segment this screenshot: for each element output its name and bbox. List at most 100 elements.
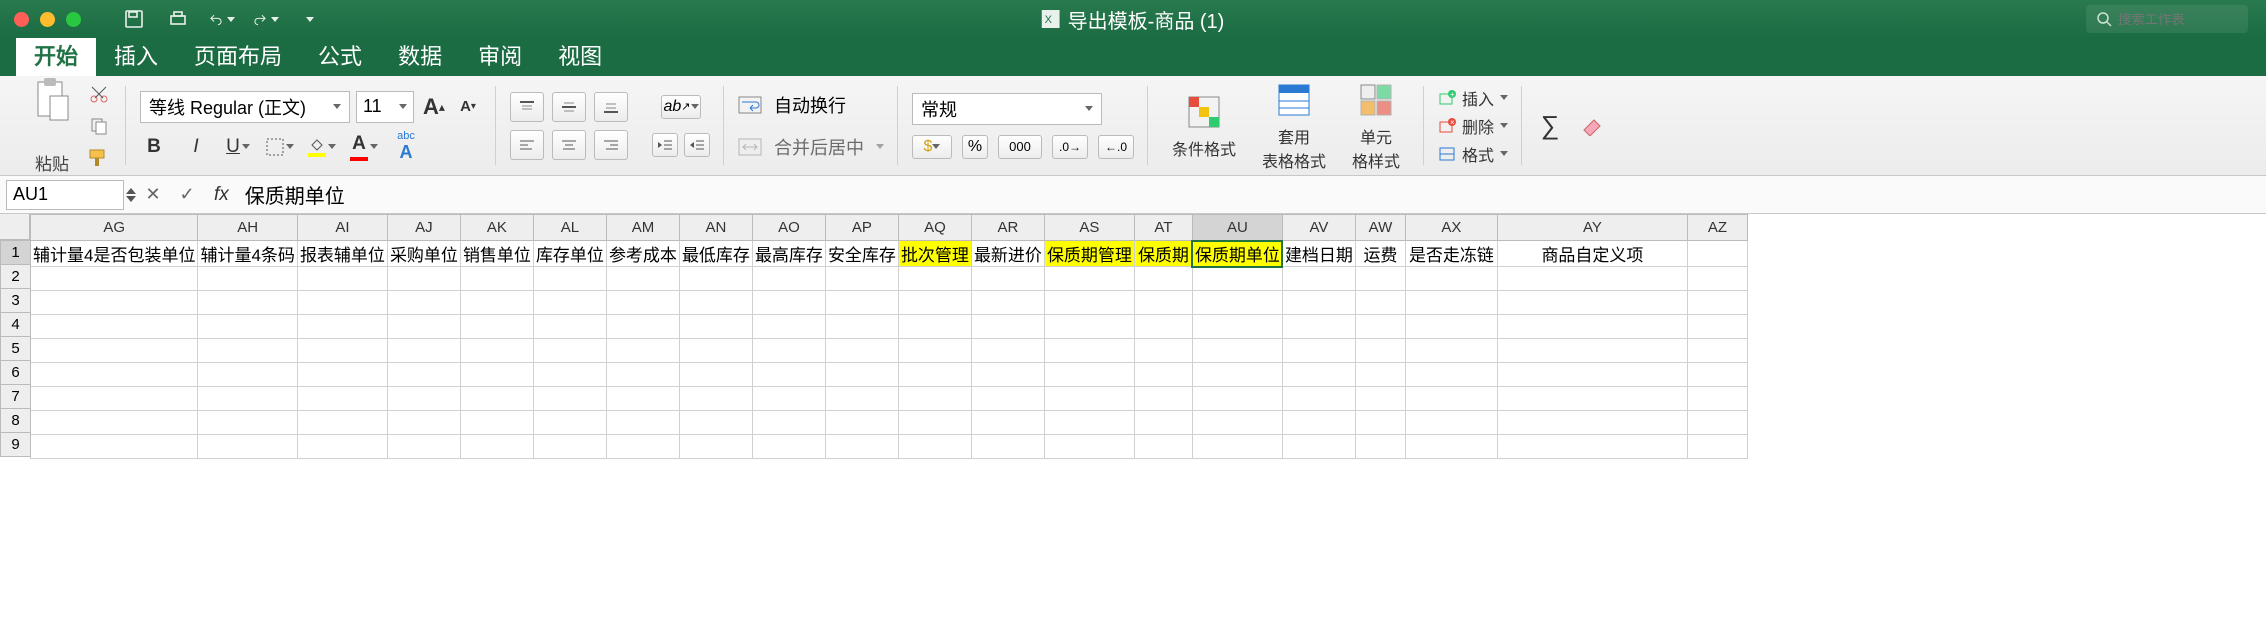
cell-AH9[interactable] (198, 435, 297, 459)
cell-AZ9[interactable] (1687, 435, 1747, 459)
print-button[interactable] (165, 6, 191, 32)
cell-AU3[interactable] (1192, 291, 1282, 315)
cell-AY6[interactable] (1497, 363, 1687, 387)
cell-AX9[interactable] (1405, 435, 1497, 459)
cell-AN7[interactable] (679, 387, 752, 411)
cell-AH4[interactable] (198, 315, 297, 339)
cell-AM5[interactable] (606, 339, 679, 363)
redo-button[interactable] (253, 6, 279, 32)
cell-AI6[interactable] (297, 363, 387, 387)
cell-AV4[interactable] (1282, 315, 1355, 339)
cell-AO4[interactable] (752, 315, 825, 339)
column-header-AZ[interactable]: AZ (1687, 215, 1747, 241)
cell-AS6[interactable] (1044, 363, 1134, 387)
column-header-AJ[interactable]: AJ (387, 215, 460, 241)
cell-AN9[interactable] (679, 435, 752, 459)
cell-AH8[interactable] (198, 411, 297, 435)
cell-AM7[interactable] (606, 387, 679, 411)
cell-AU9[interactable] (1192, 435, 1282, 459)
cell-AT9[interactable] (1134, 435, 1192, 459)
cell-AX5[interactable] (1405, 339, 1497, 363)
column-header-AK[interactable]: AK (460, 215, 533, 241)
cell-AK4[interactable] (460, 315, 533, 339)
cell-AI1[interactable]: 报表辅单位 (297, 241, 387, 267)
increase-font-button[interactable]: A▴ (420, 93, 448, 121)
cell-AH2[interactable] (198, 267, 297, 291)
currency-button[interactable]: $ (912, 135, 952, 159)
tab-开始[interactable]: 开始 (16, 33, 96, 76)
cell-AQ4[interactable] (898, 315, 971, 339)
cell-AT6[interactable] (1134, 363, 1192, 387)
cell-AU5[interactable] (1192, 339, 1282, 363)
cell-AO8[interactable] (752, 411, 825, 435)
cell-AO2[interactable] (752, 267, 825, 291)
cell-AG9[interactable] (31, 435, 198, 459)
cell-AI9[interactable] (297, 435, 387, 459)
cell-AN1[interactable]: 最低库存 (679, 241, 752, 267)
cell-AV3[interactable] (1282, 291, 1355, 315)
cell-AZ2[interactable] (1687, 267, 1747, 291)
cell-AO5[interactable] (752, 339, 825, 363)
cell-AG1[interactable]: 辅计量4是否包装单位 (31, 241, 198, 267)
delete-cells-button[interactable]: ×删除 (1438, 114, 1508, 138)
cell-AO3[interactable] (752, 291, 825, 315)
cell-AL6[interactable] (533, 363, 606, 387)
cell-AT5[interactable] (1134, 339, 1192, 363)
cell-AJ2[interactable] (387, 267, 460, 291)
font-color-button[interactable]: A (350, 133, 378, 161)
cell-AK9[interactable] (460, 435, 533, 459)
format-as-table-button[interactable]: 套用 表格格式 (1252, 80, 1336, 172)
cell-AR7[interactable] (971, 387, 1044, 411)
save-button[interactable] (121, 6, 147, 32)
paste-button[interactable] (24, 76, 80, 142)
cell-AX8[interactable] (1405, 411, 1497, 435)
cell-AT2[interactable] (1134, 267, 1192, 291)
fx-icon[interactable]: fx (214, 184, 229, 206)
row-header-8[interactable]: 8 (1, 408, 31, 432)
cell-AY1[interactable]: 商品自定义项 (1497, 241, 1687, 267)
cell-AS7[interactable] (1044, 387, 1134, 411)
cell-AU2[interactable] (1192, 267, 1282, 291)
cell-AL1[interactable]: 库存单位 (533, 241, 606, 267)
cell-AT4[interactable] (1134, 315, 1192, 339)
border-button[interactable] (266, 133, 294, 161)
cell-AQ8[interactable] (898, 411, 971, 435)
cell-AP1[interactable]: 安全库存 (825, 241, 898, 267)
cell-AT8[interactable] (1134, 411, 1192, 435)
row-header-3[interactable]: 3 (1, 288, 31, 312)
cell-AK7[interactable] (460, 387, 533, 411)
cell-AJ4[interactable] (387, 315, 460, 339)
align-top-button[interactable] (510, 92, 544, 122)
cell-AV1[interactable]: 建档日期 (1282, 241, 1355, 267)
cell-AN3[interactable] (679, 291, 752, 315)
column-header-AH[interactable]: AH (198, 215, 297, 241)
undo-button[interactable] (209, 6, 235, 32)
row-header-9[interactable]: 9 (1, 432, 31, 456)
cell-AP6[interactable] (825, 363, 898, 387)
autosum-button[interactable]: ∑ (1536, 112, 1564, 140)
column-header-AT[interactable]: AT (1134, 215, 1192, 241)
phonetic-guide-button[interactable]: abcA (392, 133, 420, 161)
cell-AM6[interactable] (606, 363, 679, 387)
fill-color-button[interactable] (308, 133, 336, 161)
tab-页面布局[interactable]: 页面布局 (176, 33, 300, 76)
cell-AN4[interactable] (679, 315, 752, 339)
cell-AP7[interactable] (825, 387, 898, 411)
cell-AQ6[interactable] (898, 363, 971, 387)
cell-AJ7[interactable] (387, 387, 460, 411)
cell-AU8[interactable] (1192, 411, 1282, 435)
increase-decimal-button[interactable]: .0→ (1052, 135, 1088, 159)
cell-AI3[interactable] (297, 291, 387, 315)
cancel-edit-button[interactable]: ✕ (136, 184, 170, 205)
cell-AS1[interactable]: 保质期管理 (1044, 241, 1134, 267)
cell-AW2[interactable] (1355, 267, 1405, 291)
column-header-AU[interactable]: AU (1192, 215, 1282, 241)
copy-button[interactable] (86, 114, 112, 138)
cell-AG8[interactable] (31, 411, 198, 435)
cell-AT1[interactable]: 保质期 (1134, 241, 1192, 267)
cell-AU1[interactable]: 保质期单位 (1192, 241, 1282, 267)
cell-AJ1[interactable]: 采购单位 (387, 241, 460, 267)
cell-AL8[interactable] (533, 411, 606, 435)
cell-AQ5[interactable] (898, 339, 971, 363)
cell-AT7[interactable] (1134, 387, 1192, 411)
